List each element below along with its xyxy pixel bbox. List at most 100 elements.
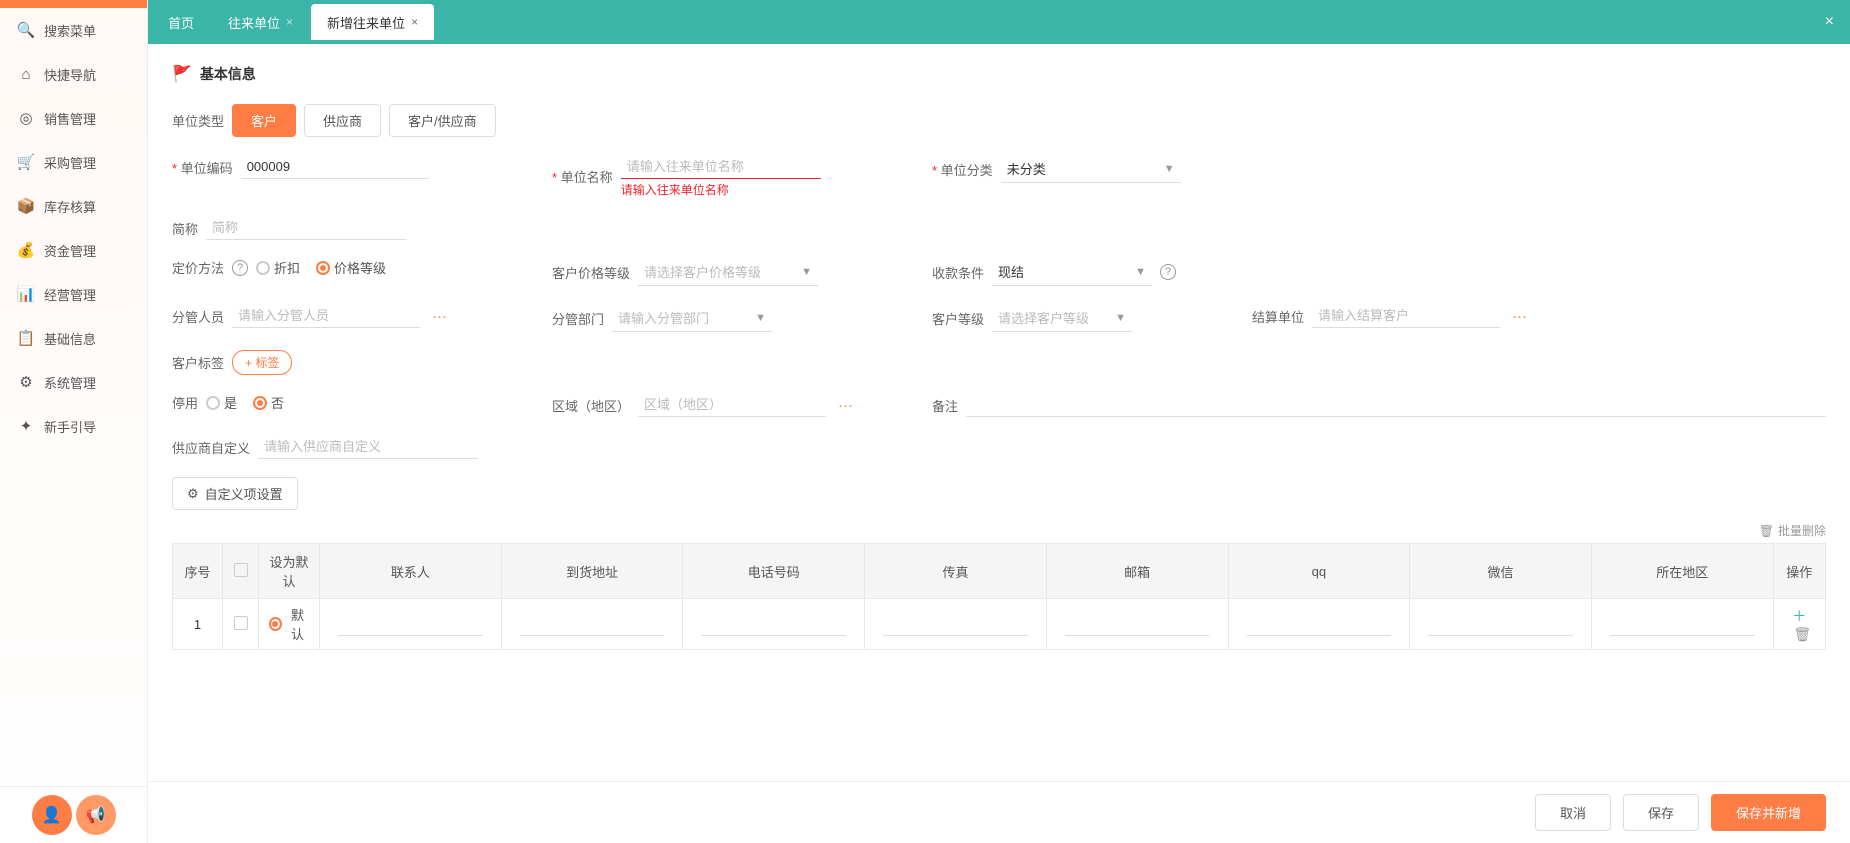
default-radio-outer xyxy=(269,617,282,631)
sidebar-item-purchase[interactable]: 🛒 采购管理 xyxy=(0,140,147,184)
sidebar-item-search[interactable]: 🔍 搜索菜单 xyxy=(0,8,147,52)
wechat-input[interactable] xyxy=(1428,612,1573,636)
category-select[interactable]: 未分类 ▼ xyxy=(1001,155,1181,183)
sidebar-item-quicknav[interactable]: ⌂ 快捷导航 xyxy=(0,52,147,96)
settlement-more-btn[interactable]: ··· xyxy=(1508,308,1531,325)
unit-btn-both[interactable]: 客户/供应商 xyxy=(389,104,496,137)
name-field: 单位名称 请输入往来单位名称 xyxy=(552,155,932,198)
phone-input[interactable] xyxy=(701,612,846,636)
radio-label-no: 否 xyxy=(271,393,284,412)
col-phone: 电话号码 xyxy=(683,544,865,599)
customer-price-select[interactable]: 请选择客户价格等级 ▼ xyxy=(638,258,818,286)
pricing-help-icon[interactable]: ? xyxy=(232,260,248,276)
tab-new-partner[interactable]: 新增往来单位 × xyxy=(311,4,434,40)
col-default: 设为默认 xyxy=(259,544,320,599)
customer-level-select[interactable]: 请选择客户等级 ▼ xyxy=(992,304,1132,332)
save-button[interactable]: 保存 xyxy=(1623,794,1699,831)
unit-btn-supplier[interactable]: 供应商 xyxy=(304,104,381,137)
unit-type-field: 单位类型 客户 供应商 客户/供应商 xyxy=(172,104,672,137)
address-input[interactable] xyxy=(520,612,665,636)
sidebar-item-label: 经营管理 xyxy=(44,285,96,304)
tab-partners[interactable]: 往来单位 × xyxy=(212,4,309,40)
row-add-icon[interactable]: ＋ xyxy=(1792,608,1806,624)
close-all-tabs[interactable]: × xyxy=(1813,13,1846,31)
disabled-label: 停用 xyxy=(172,393,198,412)
manager-more-btn[interactable]: ··· xyxy=(428,308,451,325)
shortname-input[interactable] xyxy=(206,216,406,240)
name-label: 单位名称 xyxy=(552,167,613,186)
select-all-checkbox[interactable] xyxy=(234,563,248,577)
purchase-icon: 🛒 xyxy=(16,152,36,172)
qq-input[interactable] xyxy=(1247,612,1392,636)
pricing-radio-pricelevel[interactable]: 价格等级 xyxy=(316,258,386,277)
supplier-custom-input[interactable] xyxy=(258,435,478,459)
area-more-btn[interactable]: ··· xyxy=(834,397,857,414)
tag-add-button[interactable]: + 标签 xyxy=(232,350,292,375)
customer-price-field: 客户价格等级 请选择客户价格等级 ▼ xyxy=(552,258,932,286)
row-delete-icon[interactable]: 🗑 xyxy=(1793,626,1811,642)
save-add-button[interactable]: 保存并新增 xyxy=(1711,794,1826,831)
customer-price-placeholder: 请选择客户价格等级 xyxy=(644,262,761,281)
code-name-category-row: 单位编码 单位名称 请输入往来单位名称 单位分类 未分类 ▼ xyxy=(172,155,1826,198)
shortname-field: 简称 xyxy=(172,216,552,240)
payment-condition-select[interactable]: 现结 ▼ xyxy=(992,258,1152,286)
cell-action: ＋ 🗑 xyxy=(1773,599,1825,650)
settlement-input[interactable] xyxy=(1312,304,1500,328)
remark-label: 备注 xyxy=(932,396,958,415)
pricing-radio-discount[interactable]: 折扣 xyxy=(256,258,300,277)
default-radio-inner xyxy=(272,621,278,627)
batch-delete-icon: 🗑 xyxy=(1759,524,1774,538)
user-avatar-btn[interactable]: 👤 xyxy=(32,795,72,835)
tab-new-partner-close[interactable]: × xyxy=(411,15,418,29)
sidebar-item-guide[interactable]: ✦ 新手引导 xyxy=(0,404,147,448)
tags-row: 客户标签 + 标签 xyxy=(172,350,1826,375)
default-radio[interactable]: 默认 xyxy=(269,605,309,643)
fax-input[interactable] xyxy=(883,612,1028,636)
sidebar-item-system[interactable]: ⚙ 系统管理 xyxy=(0,360,147,404)
payment-chevron: ▼ xyxy=(1135,266,1146,278)
category-chevron: ▼ xyxy=(1164,163,1175,175)
name-input[interactable] xyxy=(621,155,821,179)
col-email: 邮箱 xyxy=(1046,544,1228,599)
payment-help-icon[interactable]: ? xyxy=(1160,264,1176,280)
cell-contact xyxy=(320,599,502,650)
payment-condition-label: 收款条件 xyxy=(932,263,984,282)
supplier-custom-field: 供应商自定义 xyxy=(172,435,672,459)
sidebar-item-sales[interactable]: ◎ 销售管理 xyxy=(0,96,147,140)
tab-partners-close[interactable]: × xyxy=(286,15,293,29)
sidebar-item-funds[interactable]: 💰 资金管理 xyxy=(0,228,147,272)
notification-btn[interactable]: 📢 xyxy=(76,795,116,835)
custom-settings-button[interactable]: ⚙ 自定义项设置 xyxy=(172,477,298,510)
manager-input[interactable] xyxy=(232,304,420,328)
email-input[interactable] xyxy=(1065,612,1210,636)
remark-input[interactable] xyxy=(966,393,1826,417)
settings-gear-icon: ⚙ xyxy=(187,486,199,502)
flag-icon: 🚩 xyxy=(172,64,192,84)
manager-label: 分管人员 xyxy=(172,307,224,326)
default-label: 默认 xyxy=(286,605,309,643)
contact-input[interactable] xyxy=(338,612,483,636)
sidebar-item-inventory[interactable]: 📦 库存核算 xyxy=(0,184,147,228)
sidebar-item-operations[interactable]: 📊 经营管理 xyxy=(0,272,147,316)
dept-select[interactable]: 请输入分管部门 ▼ xyxy=(612,304,772,332)
basicinfo-icon: 📋 xyxy=(16,328,36,348)
cell-seq: 1 xyxy=(173,599,223,650)
area-input[interactable] xyxy=(638,393,826,417)
unit-btn-customer[interactable]: 客户 xyxy=(232,104,296,137)
sidebar-item-basicinfo[interactable]: 📋 基础信息 xyxy=(0,316,147,360)
payment-condition-field: 收款条件 现结 ▼ ? xyxy=(932,258,1826,286)
disabled-radio-yes[interactable]: 是 xyxy=(206,393,237,412)
sidebar-item-label: 采购管理 xyxy=(44,153,96,172)
category-value: 未分类 xyxy=(1007,159,1046,178)
col-fax: 传真 xyxy=(865,544,1047,599)
row-checkbox[interactable] xyxy=(234,616,248,630)
sidebar-item-label: 新手引导 xyxy=(44,417,96,436)
tab-home[interactable]: 首页 xyxy=(152,4,210,40)
disabled-radio-no[interactable]: 否 xyxy=(253,393,284,412)
code-label: 单位编码 xyxy=(172,158,233,177)
row-area-input[interactable] xyxy=(1610,612,1755,636)
cancel-button[interactable]: 取消 xyxy=(1535,794,1611,831)
radio-outer-pricelevel xyxy=(316,261,330,275)
code-input[interactable] xyxy=(241,155,429,179)
batch-delete-label[interactable]: 批量删除 xyxy=(1778,522,1826,539)
